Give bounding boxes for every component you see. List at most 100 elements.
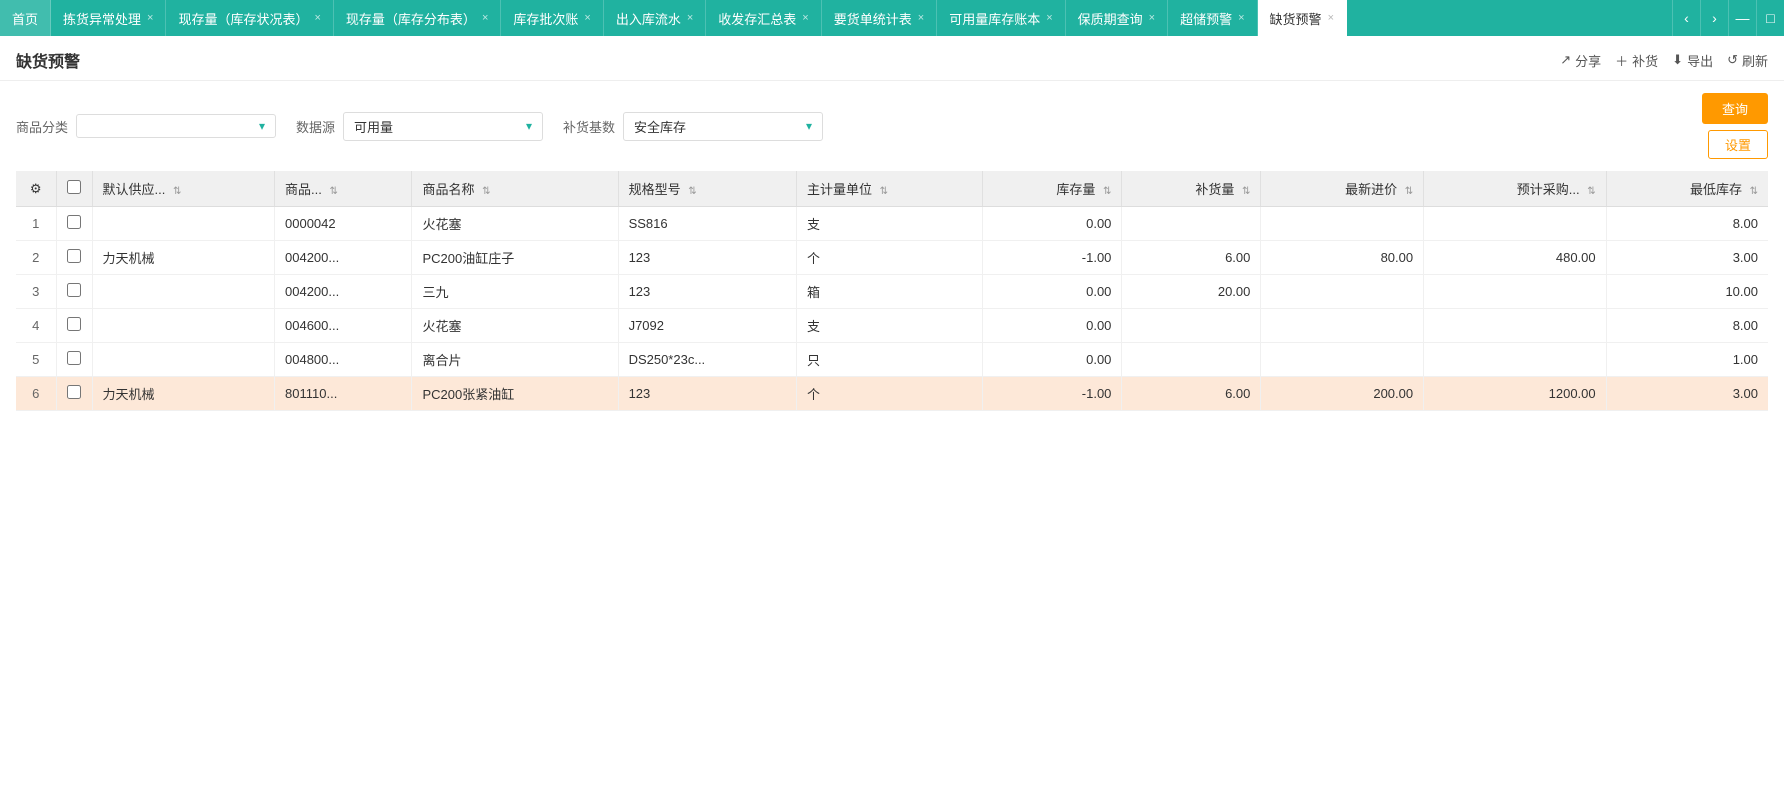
filter-bar: 商品分类 ▾ 数据源 可用量 ▾ 补货基数 安全库存 ▾ 查询 设置 xyxy=(0,81,1784,171)
close-tab-demand[interactable]: × xyxy=(918,12,924,24)
row-spec-4: J7092 xyxy=(618,309,796,343)
min-stock-sort-icon: ⇅ xyxy=(1750,186,1758,197)
row-supplier-5 xyxy=(92,343,275,377)
col-latest-price[interactable]: 最新进价 ⇅ xyxy=(1261,171,1424,207)
shortage-table: ⚙ 默认供应... ⇅ 商品... ⇅ 商品名称 ⇅ xyxy=(16,171,1768,411)
datasource-value: 可用量 xyxy=(354,117,393,136)
row-replenish-5 xyxy=(1122,343,1261,377)
header-actions: ↗ 分享 ＋ 补货 ⬇ 导出 ↺ 刷新 xyxy=(1560,51,1768,70)
tab-demand[interactable]: 要货单统计表 × xyxy=(822,0,937,36)
tab-available[interactable]: 可用量库存账本 × xyxy=(937,0,1065,36)
row-stock-2: -1.00 xyxy=(983,241,1122,275)
table-row: 4 004600... 火花塞 J7092 支 0.00 8.00 xyxy=(16,309,1768,343)
tab-inventory-dist[interactable]: 现存量（库存分布表） × xyxy=(334,0,501,36)
close-tab-inventory-dist[interactable]: × xyxy=(482,12,488,24)
row-replenish-1 xyxy=(1122,207,1261,241)
row-checkbox-1[interactable] xyxy=(56,207,92,241)
row-latest-price-2: 80.00 xyxy=(1261,241,1424,275)
row-spec-3: 123 xyxy=(618,275,796,309)
close-tab-shortage[interactable]: × xyxy=(1328,12,1334,24)
row-checkbox-6[interactable] xyxy=(56,377,92,411)
col-spec[interactable]: 规格型号 ⇅ xyxy=(618,171,796,207)
table-row: 2 力天机械 004200... PC200油缸庄子 123 个 -1.00 6… xyxy=(16,241,1768,275)
tab-recv[interactable]: 收发存汇总表 × xyxy=(706,0,821,36)
row-replenish-3: 20.00 xyxy=(1122,275,1261,309)
gear-icon[interactable]: ⚙ xyxy=(30,181,42,196)
row-spec-5: DS250*23c... xyxy=(618,343,796,377)
category-filter-group: 商品分类 ▾ xyxy=(16,114,276,138)
datasource-select[interactable]: 可用量 ▾ xyxy=(343,112,543,141)
row-goods-name-6: PC200张紧油缸 xyxy=(412,377,618,411)
tab-nav-buttons: ‹ › — □ xyxy=(1672,0,1784,36)
row-checkbox-4[interactable] xyxy=(56,309,92,343)
tab-inventory-status[interactable]: 现存量（库存状况表） × xyxy=(166,0,333,36)
spec-sort-icon: ⇅ xyxy=(688,186,696,197)
replenish-base-select[interactable]: 安全库存 ▾ xyxy=(623,112,823,141)
row-num-3: 3 xyxy=(16,275,56,309)
replenish-button[interactable]: ＋ 补货 xyxy=(1615,51,1658,70)
row-supplier-3 xyxy=(92,275,275,309)
tab-home[interactable]: 首页 xyxy=(0,0,51,36)
refresh-button[interactable]: ↺ 刷新 xyxy=(1727,51,1768,70)
row-supplier-1 xyxy=(92,207,275,241)
row-checkbox-2[interactable] xyxy=(56,241,92,275)
tab-overstock[interactable]: 超储预警 × xyxy=(1168,0,1257,36)
col-unit[interactable]: 主计量单位 ⇅ xyxy=(796,171,982,207)
col-est-purchase[interactable]: 预计采购... ⇅ xyxy=(1424,171,1607,207)
col-goods-name[interactable]: 商品名称 ⇅ xyxy=(412,171,618,207)
replenish-sort-icon: ⇅ xyxy=(1242,186,1250,197)
row-checkbox-5[interactable] xyxy=(56,343,92,377)
close-tab-available[interactable]: × xyxy=(1046,12,1052,24)
close-tab-process[interactable]: × xyxy=(147,12,153,24)
tab-shortage[interactable]: 缺货预警 × xyxy=(1258,0,1347,36)
share-button[interactable]: ↗ 分享 xyxy=(1560,51,1601,70)
export-button[interactable]: ⬇ 导出 xyxy=(1672,51,1713,70)
close-tab-inventory-status[interactable]: × xyxy=(314,12,320,24)
settings-button[interactable]: 设置 xyxy=(1708,130,1768,159)
row-unit-3: 箱 xyxy=(796,275,982,309)
tab-inout[interactable]: 出入库流水 × xyxy=(604,0,706,36)
col-stock[interactable]: 库存量 ⇅ xyxy=(983,171,1122,207)
row-latest-price-4 xyxy=(1261,309,1424,343)
row-min-stock-2: 3.00 xyxy=(1606,241,1768,275)
datasource-label: 数据源 xyxy=(296,117,335,136)
close-tab-recv[interactable]: × xyxy=(802,12,808,24)
row-latest-price-3 xyxy=(1261,275,1424,309)
row-supplier-2: 力天机械 xyxy=(92,241,275,275)
table-body: 1 0000042 火花塞 SS816 支 0.00 8.00 2 力天机械 0… xyxy=(16,207,1768,411)
col-supplier[interactable]: 默认供应... ⇅ xyxy=(92,171,275,207)
close-tab-expiry[interactable]: × xyxy=(1149,12,1155,24)
filter-actions: 查询 设置 xyxy=(1702,93,1768,159)
tab-scroll-left[interactable]: ‹ xyxy=(1672,0,1700,36)
close-tab-overstock[interactable]: × xyxy=(1238,12,1244,24)
row-latest-price-6: 200.00 xyxy=(1261,377,1424,411)
tab-expiry[interactable]: 保质期查询 × xyxy=(1066,0,1168,36)
est-purchase-sort-icon: ⇅ xyxy=(1587,186,1595,197)
row-stock-4: 0.00 xyxy=(983,309,1122,343)
col-min-stock[interactable]: 最低库存 ⇅ xyxy=(1606,171,1768,207)
row-unit-2: 个 xyxy=(796,241,982,275)
category-select[interactable]: ▾ xyxy=(76,114,276,138)
col-goods-code[interactable]: 商品... ⇅ xyxy=(275,171,412,207)
row-goods-code-2: 004200... xyxy=(275,241,412,275)
col-replenish[interactable]: 补货量 ⇅ xyxy=(1122,171,1261,207)
row-latest-price-1 xyxy=(1261,207,1424,241)
row-num-5: 5 xyxy=(16,343,56,377)
query-button[interactable]: 查询 xyxy=(1702,93,1768,124)
close-tab-inout[interactable]: × xyxy=(687,12,693,24)
page-container: 缺货预警 ↗ 分享 ＋ 补货 ⬇ 导出 ↺ 刷新 商品分类 xyxy=(0,36,1784,796)
tab-window-max[interactable]: □ xyxy=(1756,0,1784,36)
export-icon: ⬇ xyxy=(1672,52,1683,68)
replenish-base-chevron-icon: ▾ xyxy=(806,119,812,133)
tab-window-min[interactable]: — xyxy=(1728,0,1756,36)
select-all-checkbox[interactable] xyxy=(67,180,81,194)
tab-scroll-right[interactable]: › xyxy=(1700,0,1728,36)
tab-batch[interactable]: 库存批次账 × xyxy=(501,0,603,36)
close-tab-batch[interactable]: × xyxy=(584,12,590,24)
tab-process[interactable]: 拣货异常处理 × xyxy=(51,0,166,36)
row-goods-name-2: PC200油缸庄子 xyxy=(412,241,618,275)
row-goods-name-5: 离合片 xyxy=(412,343,618,377)
row-checkbox-3[interactable] xyxy=(56,275,92,309)
share-icon: ↗ xyxy=(1560,52,1571,68)
replenish-icon: ＋ xyxy=(1615,51,1628,70)
